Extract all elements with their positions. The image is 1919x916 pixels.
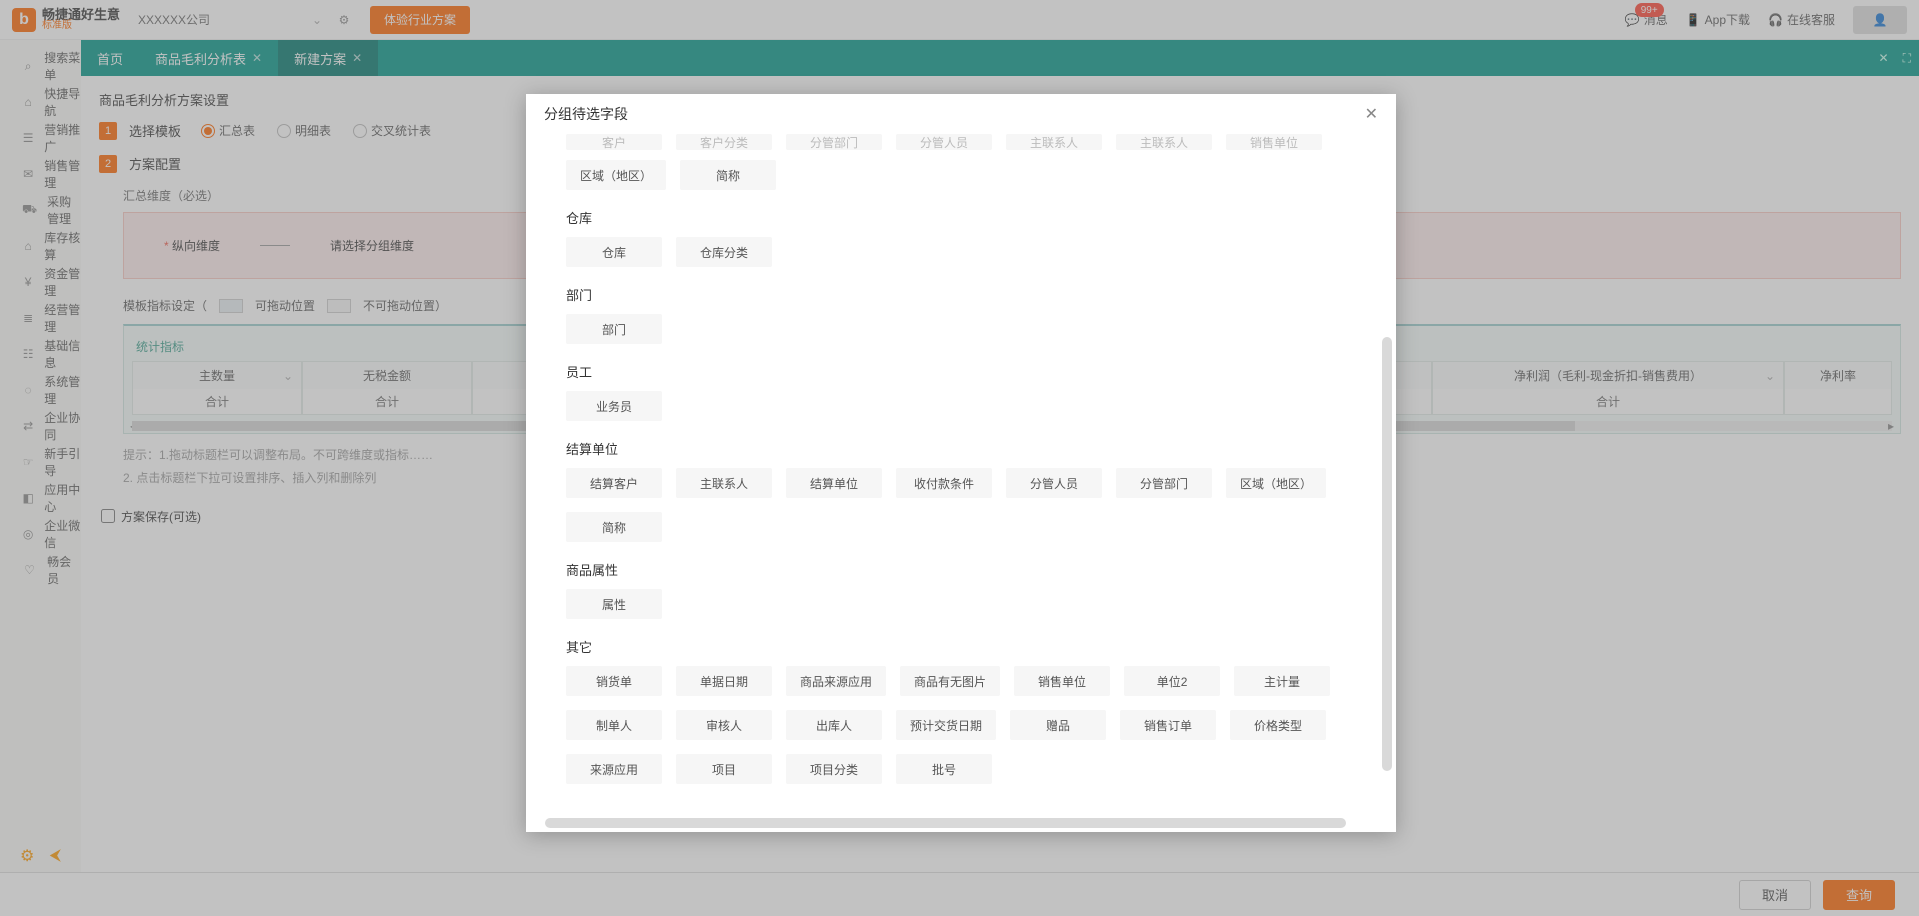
field-tag-partial[interactable]: 分管部门 bbox=[786, 134, 882, 150]
field-tag[interactable]: 赠品 bbox=[1010, 710, 1106, 740]
modal-h-thumb[interactable] bbox=[545, 818, 1346, 828]
field-tag-partial[interactable]: 分管人员 bbox=[896, 134, 992, 150]
field-tag[interactable]: 主联系人 bbox=[676, 468, 772, 498]
field-tag[interactable]: 销售单位 bbox=[1014, 666, 1110, 696]
field-group: 部门 bbox=[566, 314, 1356, 344]
field-tag[interactable]: 仓库 bbox=[566, 237, 662, 267]
field-tag[interactable]: 制单人 bbox=[566, 710, 662, 740]
field-tag[interactable]: 区域（地区） bbox=[1226, 468, 1326, 498]
field-tag[interactable]: 项目 bbox=[676, 754, 772, 784]
field-modal: 分组待选字段 ✕ 客户客户分类分管部门分管人员主联系人主联系人销售单位区域（地区… bbox=[526, 94, 1396, 832]
modal-header: 分组待选字段 ✕ bbox=[526, 94, 1396, 134]
field-tag-partial[interactable]: 客户 bbox=[566, 134, 662, 150]
field-group: 仓库仓库分类 bbox=[566, 237, 1356, 267]
field-tag-partial[interactable]: 主联系人 bbox=[1116, 134, 1212, 150]
field-tag[interactable]: 收付款条件 bbox=[896, 468, 992, 498]
field-tag[interactable]: 商品有无图片 bbox=[900, 666, 1000, 696]
field-group-title: 结算单位 bbox=[566, 439, 1356, 458]
field-tag[interactable]: 出库人 bbox=[786, 710, 882, 740]
field-tag[interactable]: 审核人 bbox=[676, 710, 772, 740]
field-tag[interactable]: 主计量 bbox=[1234, 666, 1330, 696]
field-group: 业务员 bbox=[566, 391, 1356, 421]
field-tag[interactable]: 批号 bbox=[896, 754, 992, 784]
modal-title: 分组待选字段 bbox=[544, 104, 628, 124]
field-group-title: 员工 bbox=[566, 362, 1356, 381]
field-tag[interactable]: 项目分类 bbox=[786, 754, 882, 784]
field-tag[interactable]: 分管人员 bbox=[1006, 468, 1102, 498]
field-tag[interactable]: 结算单位 bbox=[786, 468, 882, 498]
field-tag[interactable]: 简称 bbox=[566, 512, 662, 542]
modal-h-scrollbar[interactable] bbox=[528, 816, 1380, 830]
field-group-title: 商品属性 bbox=[566, 560, 1356, 579]
field-group-title: 仓库 bbox=[566, 208, 1356, 227]
field-group-title: 部门 bbox=[566, 285, 1356, 304]
field-tag[interactable]: 结算客户 bbox=[566, 468, 662, 498]
field-group: 结算客户主联系人结算单位收付款条件分管人员分管部门区域（地区） 简称 bbox=[566, 468, 1356, 542]
field-tag[interactable]: 区域（地区） bbox=[566, 160, 666, 190]
field-tag[interactable]: 价格类型 bbox=[1230, 710, 1326, 740]
field-tag[interactable]: 属性 bbox=[566, 589, 662, 619]
field-tag[interactable]: 分管部门 bbox=[1116, 468, 1212, 498]
field-tag[interactable]: 来源应用 bbox=[566, 754, 662, 784]
field-group: 销货单单据日期商品来源应用商品有无图片销售单位单位2 主计量制单人审核人出库人预计… bbox=[566, 666, 1356, 784]
field-tag[interactable]: 销售订单 bbox=[1120, 710, 1216, 740]
field-tag[interactable]: 仓库分类 bbox=[676, 237, 772, 267]
field-tag-partial[interactable]: 销售单位 bbox=[1226, 134, 1322, 150]
field-tag[interactable]: 部门 bbox=[566, 314, 662, 344]
field-tag[interactable]: 预计交货日期 bbox=[896, 710, 996, 740]
modal-v-thumb[interactable] bbox=[1382, 337, 1392, 771]
modal-v-scrollbar[interactable] bbox=[1380, 134, 1394, 812]
field-tag-partial[interactable]: 主联系人 bbox=[1006, 134, 1102, 150]
field-tag[interactable]: 单据日期 bbox=[676, 666, 772, 696]
field-tag[interactable]: 销货单 bbox=[566, 666, 662, 696]
field-tag[interactable]: 业务员 bbox=[566, 391, 662, 421]
field-group-title: 其它 bbox=[566, 637, 1356, 656]
field-tag[interactable]: 商品来源应用 bbox=[786, 666, 886, 696]
field-tag-partial[interactable]: 客户分类 bbox=[676, 134, 772, 150]
close-icon[interactable]: ✕ bbox=[1365, 104, 1378, 124]
field-tag[interactable]: 单位2 bbox=[1124, 666, 1220, 696]
field-tag[interactable]: 简称 bbox=[680, 160, 776, 190]
field-group: 属性 bbox=[566, 589, 1356, 619]
